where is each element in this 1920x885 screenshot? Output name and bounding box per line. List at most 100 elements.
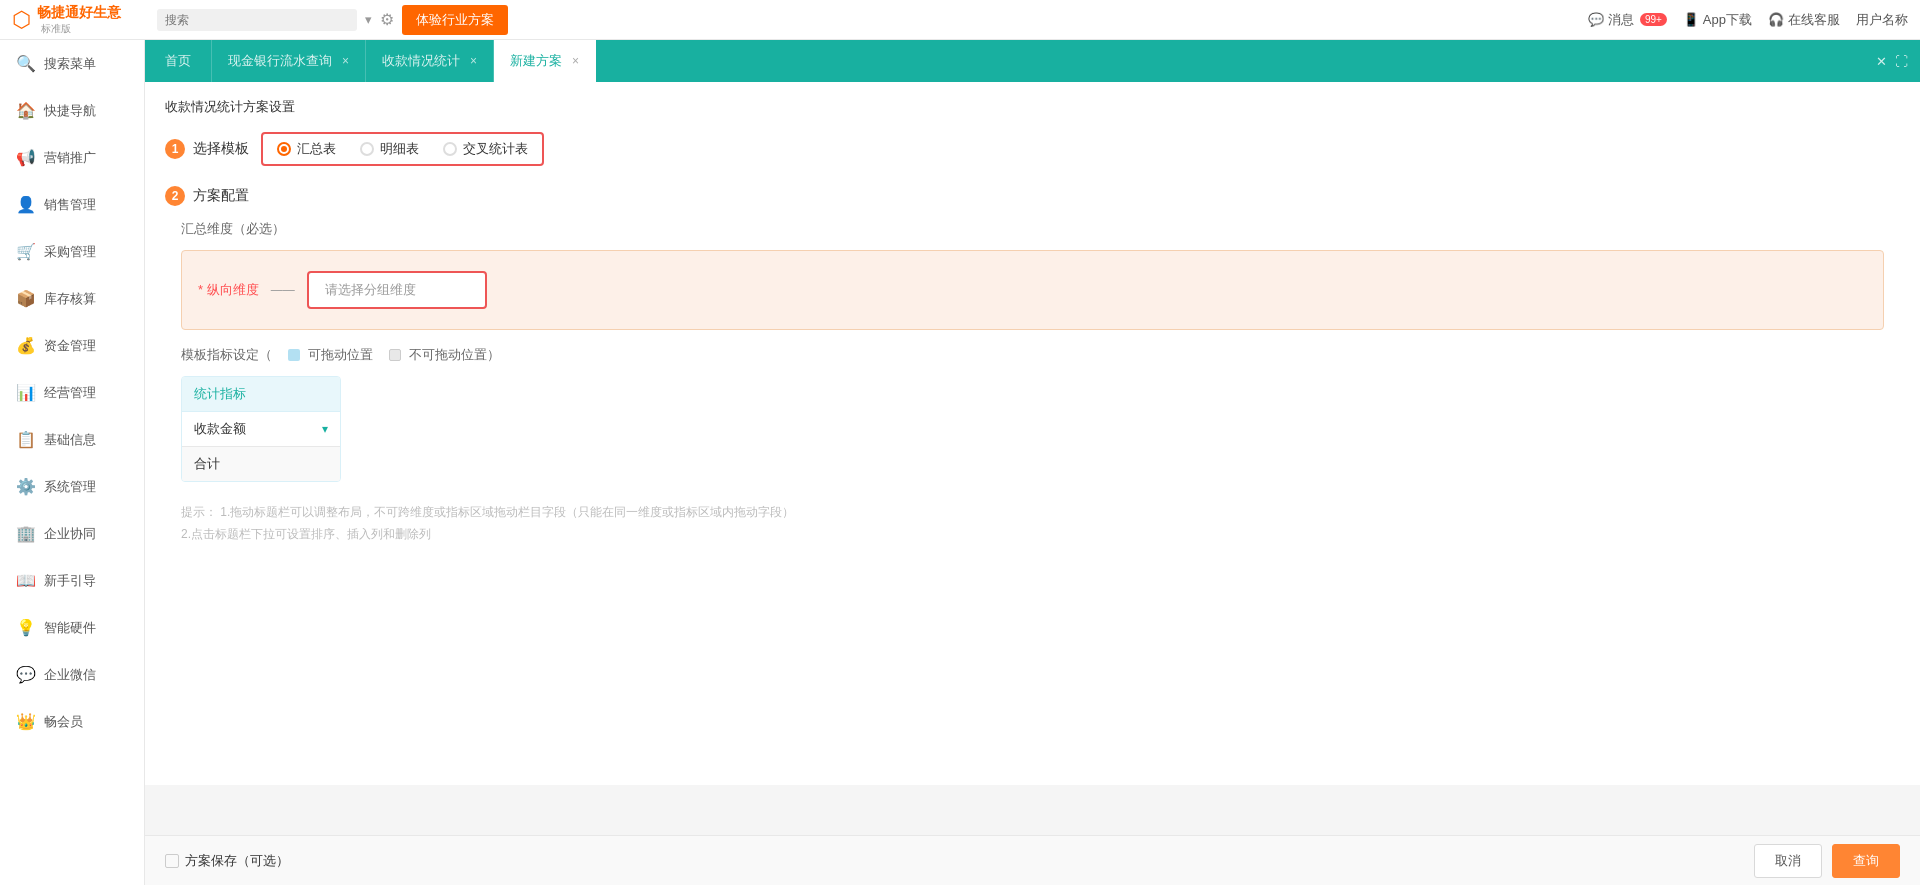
main-layout: 🔍 搜索菜单 🏠 快捷导航 📢 营销推广 👤 销售管理 🛒 采购管理 📦 库存核… xyxy=(0,40,1920,885)
section2-header: 2 方案配置 xyxy=(165,186,1900,206)
message-btn[interactable]: 💬 消息 99+ xyxy=(1588,11,1667,29)
metrics-title-text: 模板指标设定（ xyxy=(181,346,272,364)
sidebar-item-sales-label: 销售管理 xyxy=(44,196,96,214)
sidebar-item-finance-label: 资金管理 xyxy=(44,337,96,355)
logo-text: 畅捷通好生意 xyxy=(37,4,121,22)
sidebar-item-hardware[interactable]: 💡 智能硬件 xyxy=(0,604,144,651)
search-dropdown-icon[interactable]: ▾ xyxy=(365,12,372,27)
sidebar-item-system-label: 系统管理 xyxy=(44,478,96,496)
radio-cross-circle xyxy=(443,142,457,156)
sidebar-item-guide-label: 新手引导 xyxy=(44,572,96,590)
section2-number: 2 xyxy=(165,186,185,206)
fixed-dot xyxy=(389,349,401,361)
search-input[interactable] xyxy=(157,9,357,31)
sidebar-item-finance[interactable]: 💰 资金管理 xyxy=(0,322,144,369)
fixed-legend: 不可拖动位置） xyxy=(389,346,500,364)
metrics-header: 模板指标设定（ 可拖动位置 不可拖动位置） xyxy=(181,346,1884,364)
sidebar-item-marketing[interactable]: 📢 营销推广 xyxy=(0,134,144,181)
dim-select[interactable]: 请选择分组维度 xyxy=(307,271,487,309)
tab-expand-icon[interactable]: ⛶ xyxy=(1895,54,1908,69)
metrics-total-label: 合计 xyxy=(194,455,220,473)
sidebar-item-nav[interactable]: 🏠 快捷导航 xyxy=(0,87,144,134)
hint-section: 提示： 1.拖动标题栏可以调整布局，不可跨维度或指标区域拖动栏目字段（只能在同一… xyxy=(181,502,1884,545)
tab-receipts[interactable]: 收款情况统计 × xyxy=(366,40,494,82)
sidebar-item-enterprise[interactable]: 🏢 企业协同 xyxy=(0,510,144,557)
dim-arrow: —— xyxy=(271,283,295,297)
tab-newplan-close[interactable]: × xyxy=(572,54,579,68)
section-template: 1 选择模板 汇总表 明细表 xyxy=(165,132,1900,166)
sidebar-item-basic[interactable]: 📋 基础信息 xyxy=(0,416,144,463)
metrics-col-label: 收款金额 xyxy=(194,420,246,438)
sidebar-item-inventory[interactable]: 📦 库存核算 xyxy=(0,275,144,322)
content-area: 首页 现金银行流水查询 × 收款情况统计 × 新建方案 × ✕ ⛶ xyxy=(145,40,1920,885)
radio-detail-circle xyxy=(360,142,374,156)
tab-spacer xyxy=(596,40,1864,82)
footer-btns: 取消 查询 xyxy=(1754,844,1900,878)
message-label: 消息 xyxy=(1608,11,1634,29)
search-icon: 🔍 xyxy=(16,54,36,73)
radio-cross[interactable]: 交叉统计表 xyxy=(443,140,528,158)
settings-icon[interactable]: ⚙ xyxy=(380,10,394,29)
service-icon: 🎧 xyxy=(1768,12,1784,27)
marketing-icon: 📢 xyxy=(16,148,36,167)
dimension-row: * 纵向维度 —— 请选择分组维度 xyxy=(198,271,1867,309)
basic-icon: 📋 xyxy=(16,430,36,449)
download-btn[interactable]: 📱 App下载 xyxy=(1683,11,1752,29)
save-option[interactable]: 方案保存（可选） xyxy=(165,852,289,870)
radio-cross-label: 交叉统计表 xyxy=(463,140,528,158)
save-checkbox[interactable] xyxy=(165,854,179,868)
sidebar-item-guide[interactable]: 📖 新手引导 xyxy=(0,557,144,604)
radio-detail[interactable]: 明细表 xyxy=(360,140,419,158)
top-actions: 💬 消息 99+ 📱 App下载 🎧 在线客服 用户名称 xyxy=(1588,11,1908,29)
sidebar-item-purchase[interactable]: 🛒 采购管理 xyxy=(0,228,144,275)
sidebar-item-wechat-label: 企业微信 xyxy=(44,666,96,684)
sidebar-item-wechat[interactable]: 💬 企业微信 xyxy=(0,651,144,698)
page-title: 收款情况统计方案设置 xyxy=(165,98,1900,116)
industry-btn[interactable]: 体验行业方案 xyxy=(402,5,508,35)
message-badge: 99+ xyxy=(1640,13,1667,26)
radio-summary[interactable]: 汇总表 xyxy=(277,140,336,158)
metrics-col-row[interactable]: 收款金额 ▾ xyxy=(182,412,340,446)
user-info[interactable]: 用户名称 xyxy=(1856,11,1908,29)
save-option-label: 方案保存（可选） xyxy=(185,852,289,870)
hint2: 2.点击标题栏下拉可设置排序、插入列和删除列 xyxy=(181,524,1884,546)
sidebar-item-operations[interactable]: 📊 经营管理 xyxy=(0,369,144,416)
hardware-icon: 💡 xyxy=(16,618,36,637)
sidebar-item-sales[interactable]: 👤 销售管理 xyxy=(0,181,144,228)
tab-home[interactable]: 首页 xyxy=(145,40,212,82)
section1-header: 1 选择模板 汇总表 明细表 xyxy=(165,132,1900,166)
operations-icon: 📊 xyxy=(16,383,36,402)
sidebar-item-operations-label: 经营管理 xyxy=(44,384,96,402)
service-btn[interactable]: 🎧 在线客服 xyxy=(1768,11,1840,29)
section1-number: 1 xyxy=(165,139,185,159)
sidebar-item-search[interactable]: 🔍 搜索菜单 xyxy=(0,40,144,87)
tab-receipts-close[interactable]: × xyxy=(470,54,477,68)
sidebar-item-purchase-label: 采购管理 xyxy=(44,243,96,261)
sidebar-item-system[interactable]: ⚙️ 系统管理 xyxy=(0,463,144,510)
sidebar-item-inventory-label: 库存核算 xyxy=(44,290,96,308)
query-button[interactable]: 查询 xyxy=(1832,844,1900,878)
guide-icon: 📖 xyxy=(16,571,36,590)
tab-receipts-label: 收款情况统计 xyxy=(382,52,460,70)
tab-newplan[interactable]: 新建方案 × xyxy=(494,40,596,82)
tab-newplan-label: 新建方案 xyxy=(510,52,562,70)
tab-cashflow-close[interactable]: × xyxy=(342,54,349,68)
tab-close-all-icon[interactable]: ✕ xyxy=(1876,54,1887,69)
logo-area: ⬡ 畅捷通好生意 标准版 xyxy=(12,4,157,36)
dimension-title: 汇总维度（必选） xyxy=(181,220,1884,238)
metrics-dropdown-icon[interactable]: ▾ xyxy=(322,422,328,436)
metrics-total-row: 合计 xyxy=(182,446,340,481)
sidebar-item-nav-label: 快捷导航 xyxy=(44,102,96,120)
finance-icon: 💰 xyxy=(16,336,36,355)
sidebar-item-member[interactable]: 👑 畅会员 xyxy=(0,698,144,745)
system-icon: ⚙️ xyxy=(16,477,36,496)
top-bar: ⬡ 畅捷通好生意 标准版 ▾ ⚙ 体验行业方案 💬 消息 99+ 📱 App下载… xyxy=(0,0,1920,40)
tab-cashflow[interactable]: 现金银行流水查询 × xyxy=(212,40,366,82)
movable-legend: 可拖动位置 xyxy=(288,346,373,364)
cancel-button[interactable]: 取消 xyxy=(1754,844,1822,878)
enterprise-icon: 🏢 xyxy=(16,524,36,543)
movable-legend-label: 可拖动位置 xyxy=(308,346,373,364)
dimension-area: * 纵向维度 —— 请选择分组维度 xyxy=(181,250,1884,330)
sidebar-item-enterprise-label: 企业协同 xyxy=(44,525,96,543)
radio-summary-label: 汇总表 xyxy=(297,140,336,158)
